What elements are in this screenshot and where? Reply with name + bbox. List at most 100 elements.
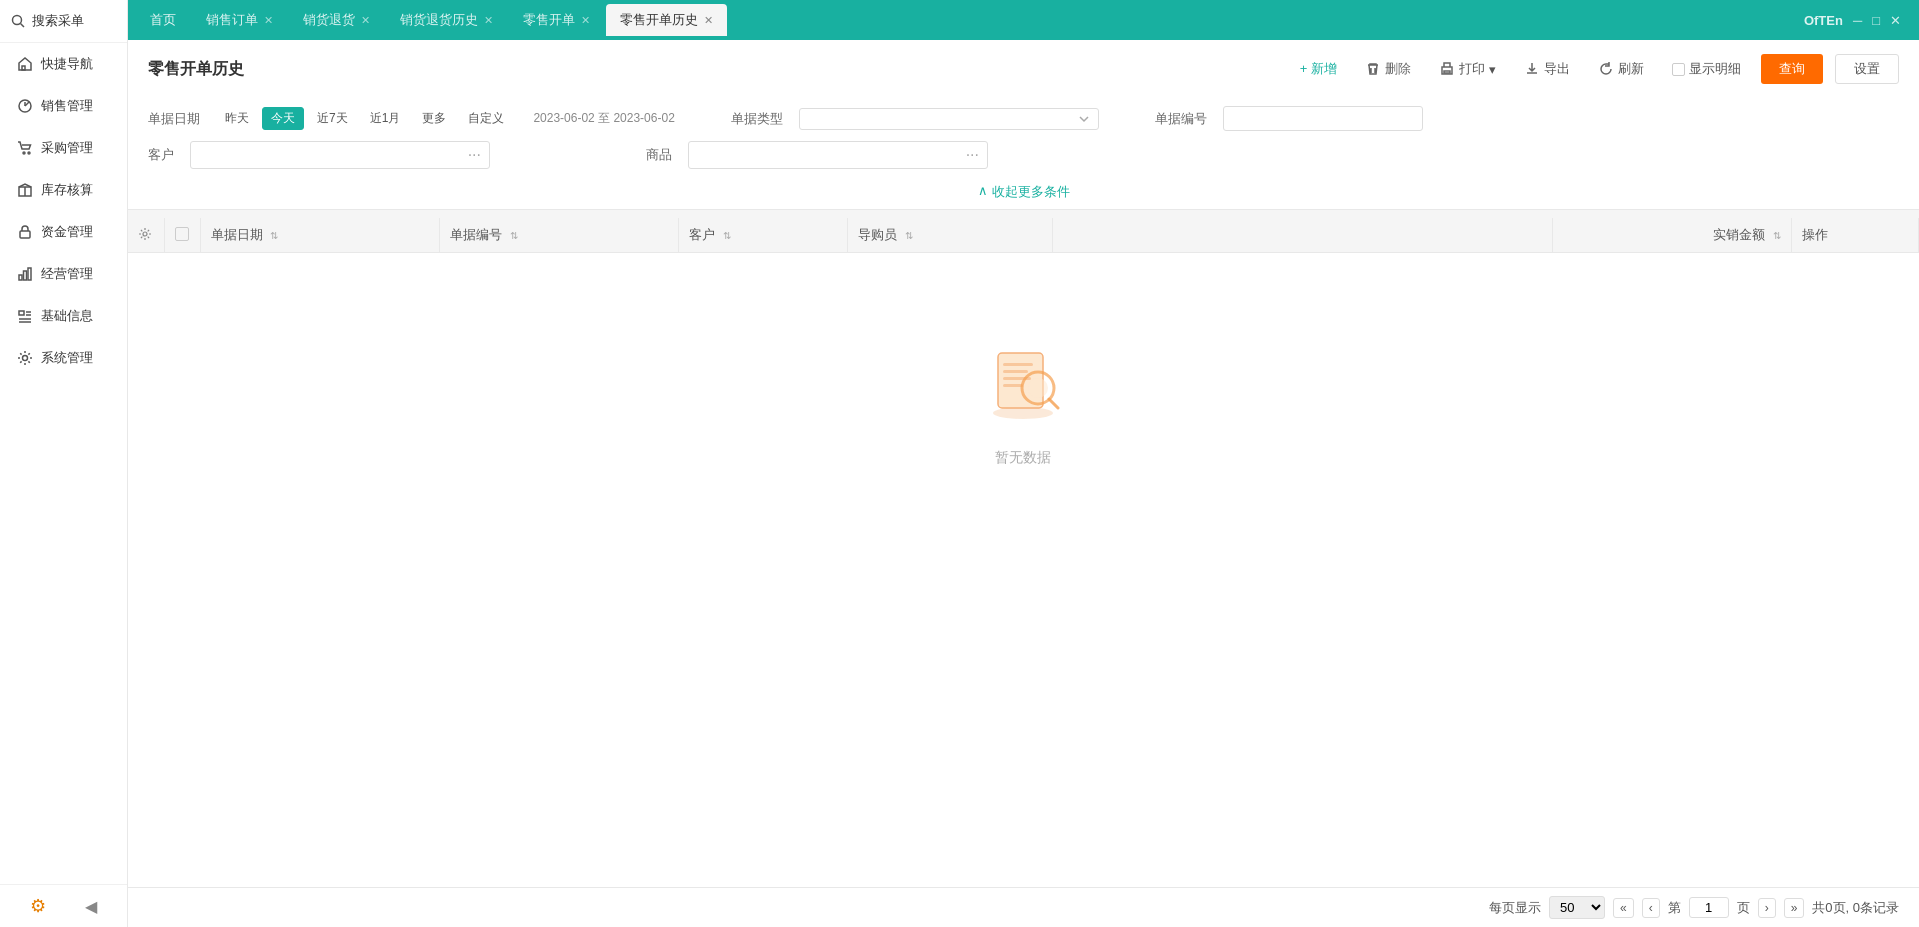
box-icon <box>17 182 33 198</box>
table-body: 暂无数据 <box>128 253 1919 548</box>
tab-sales-return-history[interactable]: 销货退货历史 ✕ <box>386 4 507 36</box>
svg-point-0 <box>13 16 22 25</box>
print-label: 打印 <box>1459 60 1485 78</box>
settings-button[interactable]: 设置 <box>1835 54 1899 84</box>
svg-rect-8 <box>20 231 30 238</box>
th-checkbox[interactable] <box>164 218 200 253</box>
sidebar-item-finance[interactable]: 资金管理 <box>0 211 127 253</box>
goods-dots[interactable]: ··· <box>966 146 979 164</box>
sidebar-settings-btn[interactable]: ⚙ <box>30 895 46 917</box>
query-button[interactable]: 查询 <box>1761 54 1823 84</box>
svg-rect-19 <box>1444 71 1450 73</box>
sidebar-item-system[interactable]: 系统管理 <box>0 337 127 379</box>
tab-sales-return-label: 销货退货 <box>303 11 355 29</box>
th-settings[interactable] <box>128 218 164 253</box>
table-header: 单据日期 ⇅ 单据编号 ⇅ 客户 ⇅ 导购员 ⇅ <box>128 218 1919 253</box>
page-title: 零售开单历史 <box>148 59 244 80</box>
tab-sales-order-close[interactable]: ✕ <box>264 14 273 27</box>
tab-sales-return-history-close[interactable]: ✕ <box>484 14 493 27</box>
goods-select[interactable]: ··· <box>688 141 988 169</box>
page-size-select[interactable]: 50 10 20 100 <box>1549 896 1605 919</box>
sidebar-item-label: 快捷导航 <box>41 55 93 73</box>
goods-label: 商品 <box>646 146 672 164</box>
customer-dots[interactable]: ··· <box>468 146 481 164</box>
export-button[interactable]: 导出 <box>1516 56 1578 82</box>
th-customer[interactable]: 客户 ⇅ <box>679 218 848 253</box>
sidebar-item-inventory[interactable]: 库存核算 <box>0 169 127 211</box>
th-actual-amount[interactable]: 实销金额 ⇅ <box>1552 218 1791 253</box>
prev-page-button[interactable]: ‹ <box>1642 898 1660 918</box>
tab-retail-open-history[interactable]: 零售开单历史 ✕ <box>606 4 727 36</box>
next-page-button[interactable]: › <box>1758 898 1776 918</box>
tab-sales-return-close[interactable]: ✕ <box>361 14 370 27</box>
trash-icon <box>1365 61 1381 77</box>
customer-select[interactable]: ··· <box>190 141 490 169</box>
tab-sales-order[interactable]: 销售订单 ✕ <box>192 4 287 36</box>
page-title-row: 零售开单历史 + 新增 删除 打印 <box>148 54 1899 84</box>
th-doc-date-label: 单据日期 <box>211 227 263 242</box>
svg-rect-24 <box>1003 370 1028 373</box>
print-button[interactable]: 打印 ▾ <box>1431 56 1504 82</box>
date-btn-1month[interactable]: 近1月 <box>361 107 410 130</box>
sidebar-search[interactable]: 搜索采单 <box>0 0 127 43</box>
doc-no-input[interactable] <box>1223 106 1423 131</box>
th-guide[interactable]: 导购员 ⇅ <box>848 218 1052 253</box>
tab-home[interactable]: 首页 <box>136 4 190 36</box>
chart-icon <box>17 98 33 114</box>
sidebar-item-quick-nav[interactable]: 快捷导航 <box>0 43 127 85</box>
bar-icon <box>17 266 33 282</box>
date-btn-7days[interactable]: 近7天 <box>308 107 357 130</box>
window-close-btn[interactable]: ✕ <box>1890 13 1901 28</box>
sidebar-item-operations[interactable]: 经营管理 <box>0 253 127 295</box>
sidebar-item-label: 库存核算 <box>41 181 93 199</box>
sidebar-collapse-btn[interactable]: ◀ <box>85 897 97 916</box>
window-max-btn[interactable]: □ <box>1872 13 1880 28</box>
sidebar-item-basic-info[interactable]: 基础信息 <box>0 295 127 337</box>
date-btn-custom[interactable]: 自定义 <box>459 107 513 130</box>
refresh-icon <box>1598 61 1614 77</box>
sidebar-search-label: 搜索采单 <box>32 12 84 30</box>
export-label: 导出 <box>1544 60 1570 78</box>
sidebar-item-purchase-mgmt[interactable]: 采购管理 <box>0 127 127 169</box>
date-btn-today[interactable]: 今天 <box>262 107 304 130</box>
tab-retail-open-label: 零售开单 <box>523 11 575 29</box>
refresh-button[interactable]: 刷新 <box>1590 56 1652 82</box>
collapse-button[interactable]: ∧ 收起更多条件 <box>148 179 1899 209</box>
display-cols-button[interactable]: 显示明细 <box>1664 56 1749 82</box>
svg-rect-26 <box>1003 384 1023 387</box>
collapse-arrow: ∧ <box>978 183 988 201</box>
chevron-down-icon <box>1078 113 1090 125</box>
date-range-text: 2023-06-02 至 2023-06-02 <box>533 110 674 127</box>
select-all-checkbox[interactable] <box>175 227 189 241</box>
th-doc-date[interactable]: 单据日期 ⇅ <box>200 218 439 253</box>
doc-type-select[interactable] <box>799 108 1099 130</box>
delete-button[interactable]: 删除 <box>1357 56 1419 82</box>
tab-sales-return[interactable]: 销货退货 ✕ <box>289 4 384 36</box>
th-doc-no[interactable]: 单据编号 ⇅ <box>439 218 678 253</box>
tabs-bar: 首页 销售订单 ✕ 销货退货 ✕ 销货退货历史 ✕ 零售开单 ✕ 零售开单历史 … <box>128 0 1919 40</box>
tab-retail-open-history-close[interactable]: ✕ <box>704 14 713 27</box>
empty-state-row: 暂无数据 <box>128 253 1919 548</box>
first-page-button[interactable]: « <box>1613 898 1634 918</box>
current-page-input[interactable] <box>1689 897 1729 918</box>
empty-illustration <box>973 333 1073 433</box>
sidebar-item-label: 采购管理 <box>41 139 93 157</box>
window-min-btn[interactable]: ─ <box>1853 13 1862 28</box>
tab-retail-open-history-label: 零售开单历史 <box>620 11 698 29</box>
date-btn-more[interactable]: 更多 <box>413 107 455 130</box>
date-btn-yesterday[interactable]: 昨天 <box>216 107 258 130</box>
total-info: 共0页, 0条记录 <box>1812 899 1899 917</box>
last-page-button[interactable]: » <box>1784 898 1805 918</box>
empty-text: 暂无数据 <box>995 449 1051 467</box>
svg-rect-11 <box>28 268 31 280</box>
add-button[interactable]: + 新增 <box>1292 56 1345 82</box>
tab-retail-open[interactable]: 零售开单 ✕ <box>509 4 604 36</box>
display-cols-label: 显示明细 <box>1689 60 1741 78</box>
tab-retail-open-close[interactable]: ✕ <box>581 14 590 27</box>
filter-row-2: 客户 ··· 商品 ··· <box>148 141 1899 169</box>
sort-doc-date-icon: ⇅ <box>270 230 278 241</box>
list-icon <box>17 308 33 324</box>
sidebar-item-sales-mgmt[interactable]: 销售管理 <box>0 85 127 127</box>
tab-home-label: 首页 <box>150 11 176 29</box>
sort-actual-amount-icon: ⇅ <box>1773 230 1781 241</box>
